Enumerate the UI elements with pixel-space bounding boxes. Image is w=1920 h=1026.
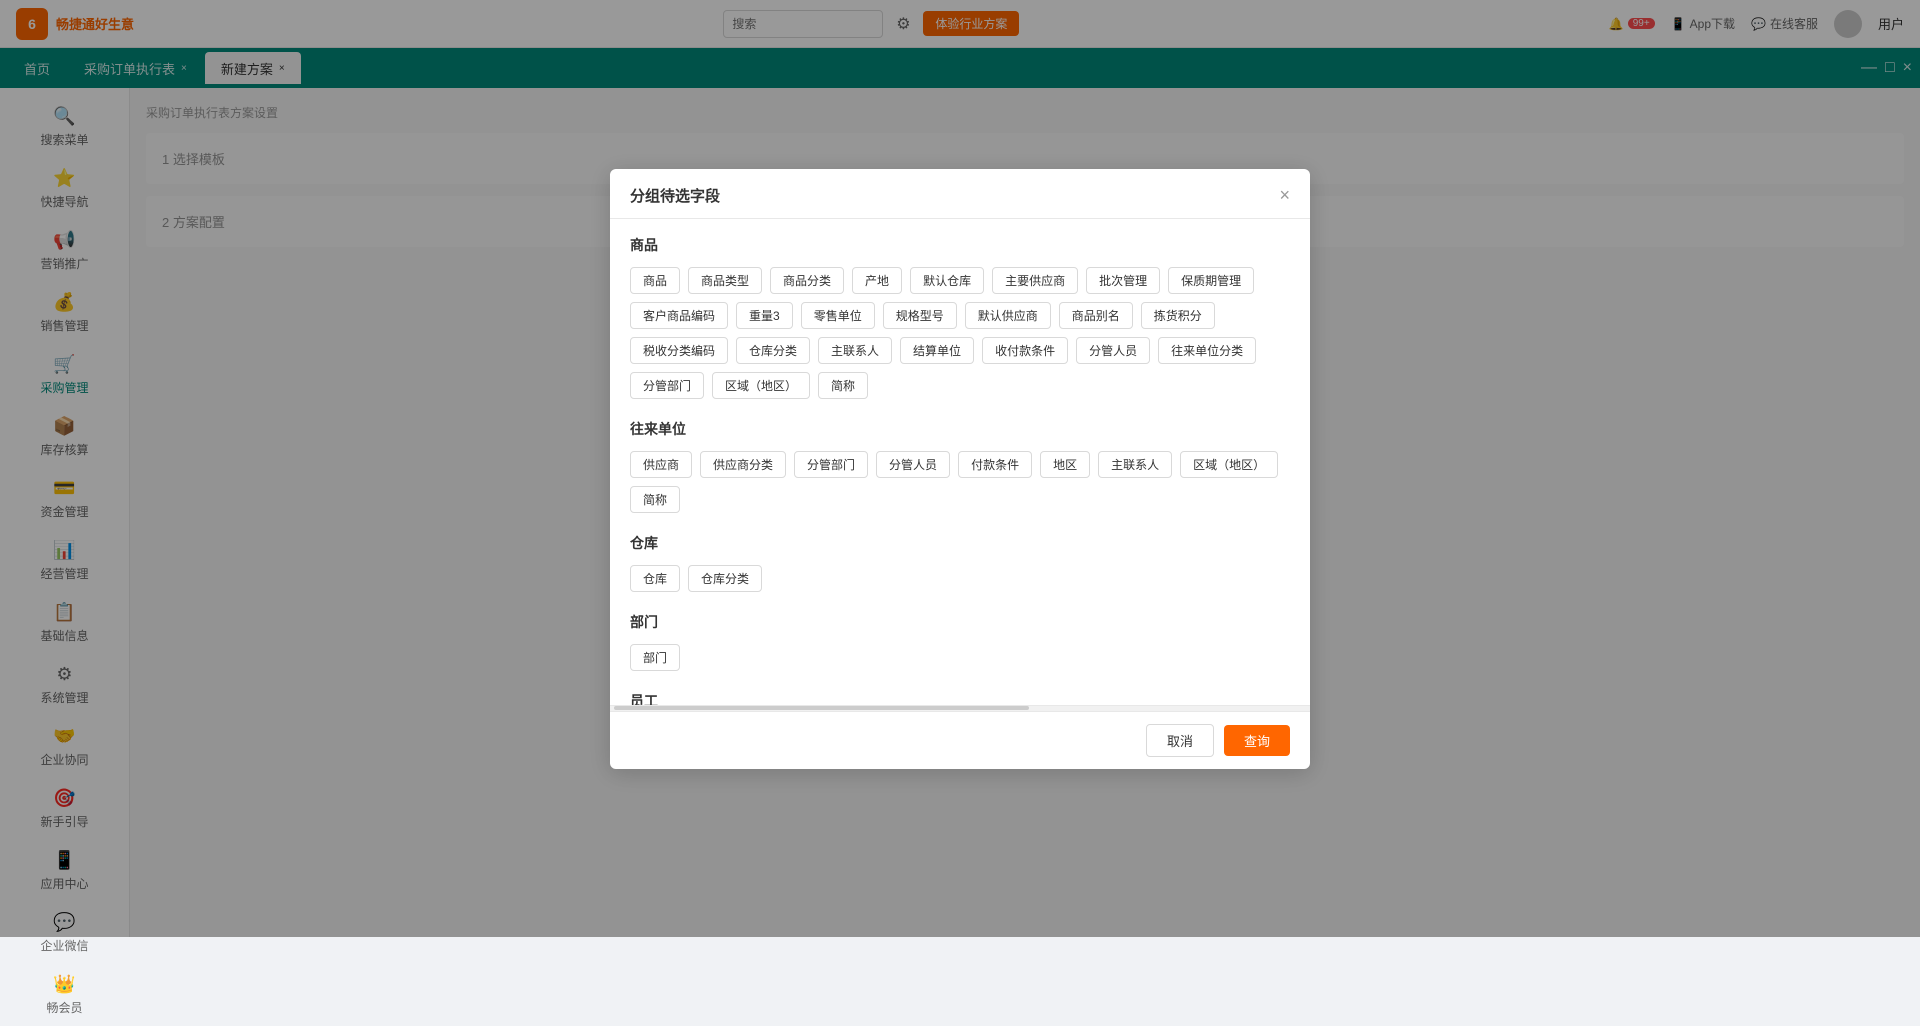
- field-tag[interactable]: 重量3: [736, 302, 793, 329]
- section-employee-title: 员工: [630, 691, 1290, 705]
- modal-hscroll-thumb: [614, 706, 1029, 710]
- modal-title: 分组待选字段: [630, 185, 720, 206]
- section-warehouse: 仓库 仓库 仓库分类: [630, 533, 1290, 592]
- field-tag[interactable]: 商品: [630, 267, 680, 294]
- field-tag[interactable]: 区域（地区）: [1180, 451, 1278, 478]
- confirm-button[interactable]: 查询: [1224, 725, 1290, 756]
- field-tag[interactable]: 收付款条件: [982, 337, 1068, 364]
- field-tag[interactable]: 区域（地区）: [712, 372, 810, 399]
- field-tag[interactable]: 默认供应商: [965, 302, 1051, 329]
- field-tag[interactable]: 简称: [630, 486, 680, 513]
- field-tag[interactable]: 商品分类: [770, 267, 844, 294]
- modal-close-button[interactable]: ×: [1279, 186, 1290, 204]
- modal-header: 分组待选字段 ×: [610, 169, 1310, 219]
- sidebar-item-member[interactable]: 👑 畅会员: [0, 964, 129, 1026]
- field-tag[interactable]: 供应商: [630, 451, 692, 478]
- field-tag[interactable]: 商品类型: [688, 267, 762, 294]
- modal-overlay: 分组待选字段 × 商品 商品 商品类型 商品分类 产地 默认仓库 主要供应商 批…: [0, 0, 1920, 937]
- member-icon: 👑: [53, 974, 75, 995]
- field-select-modal: 分组待选字段 × 商品 商品 商品类型 商品分类 产地 默认仓库 主要供应商 批…: [610, 169, 1310, 769]
- field-tag[interactable]: 保质期管理: [1168, 267, 1254, 294]
- field-tag[interactable]: 分管部门: [630, 372, 704, 399]
- field-tag[interactable]: 批次管理: [1086, 267, 1160, 294]
- field-tag[interactable]: 产地: [852, 267, 902, 294]
- field-tag[interactable]: 零售单位: [801, 302, 875, 329]
- cancel-button[interactable]: 取消: [1146, 724, 1214, 757]
- field-tag[interactable]: 部门: [630, 644, 680, 671]
- sidebar-member-label: 畅会员: [46, 999, 82, 1016]
- modal-body: 商品 商品 商品类型 商品分类 产地 默认仓库 主要供应商 批次管理 保质期管理…: [610, 219, 1310, 705]
- sidebar-wechat-label: 企业微信: [40, 937, 88, 954]
- section-partner-title: 往来单位: [630, 419, 1290, 439]
- field-tag[interactable]: 仓库分类: [736, 337, 810, 364]
- section-department: 部门 部门: [630, 612, 1290, 671]
- field-tag[interactable]: 供应商分类: [700, 451, 786, 478]
- field-tag[interactable]: 分管部门: [794, 451, 868, 478]
- field-tag[interactable]: 付款条件: [958, 451, 1032, 478]
- field-tag[interactable]: 仓库: [630, 565, 680, 592]
- section-employee: 员工 业务员: [630, 691, 1290, 705]
- section-department-title: 部门: [630, 612, 1290, 632]
- section-partner: 往来单位 供应商 供应商分类 分管部门 分管人员 付款条件 地区 主联系人 区域…: [630, 419, 1290, 513]
- section-product: 商品 商品 商品类型 商品分类 产地 默认仓库 主要供应商 批次管理 保质期管理…: [630, 235, 1290, 399]
- field-tag[interactable]: 主联系人: [1098, 451, 1172, 478]
- field-tag[interactable]: 往来单位分类: [1158, 337, 1256, 364]
- field-tag[interactable]: 客户商品编码: [630, 302, 728, 329]
- field-tag[interactable]: 结算单位: [900, 337, 974, 364]
- field-tag[interactable]: 地区: [1040, 451, 1090, 478]
- product-fields: 商品 商品类型 商品分类 产地 默认仓库 主要供应商 批次管理 保质期管理 客户…: [630, 267, 1290, 399]
- section-product-title: 商品: [630, 235, 1290, 255]
- partner-fields: 供应商 供应商分类 分管部门 分管人员 付款条件 地区 主联系人 区域（地区） …: [630, 451, 1290, 513]
- field-tag[interactable]: 简称: [818, 372, 868, 399]
- warehouse-fields: 仓库 仓库分类: [630, 565, 1290, 592]
- field-tag[interactable]: 商品别名: [1059, 302, 1133, 329]
- field-tag[interactable]: 主联系人: [818, 337, 892, 364]
- field-tag[interactable]: 拣货积分: [1141, 302, 1215, 329]
- department-fields: 部门: [630, 644, 1290, 671]
- field-tag[interactable]: 默认仓库: [910, 267, 984, 294]
- field-tag[interactable]: 规格型号: [883, 302, 957, 329]
- section-warehouse-title: 仓库: [630, 533, 1290, 553]
- field-tag[interactable]: 分管人员: [876, 451, 950, 478]
- field-tag[interactable]: 分管人员: [1076, 337, 1150, 364]
- field-tag[interactable]: 主要供应商: [992, 267, 1078, 294]
- field-tag[interactable]: 税收分类编码: [630, 337, 728, 364]
- field-tag[interactable]: 仓库分类: [688, 565, 762, 592]
- modal-footer: 取消 查询: [610, 711, 1310, 769]
